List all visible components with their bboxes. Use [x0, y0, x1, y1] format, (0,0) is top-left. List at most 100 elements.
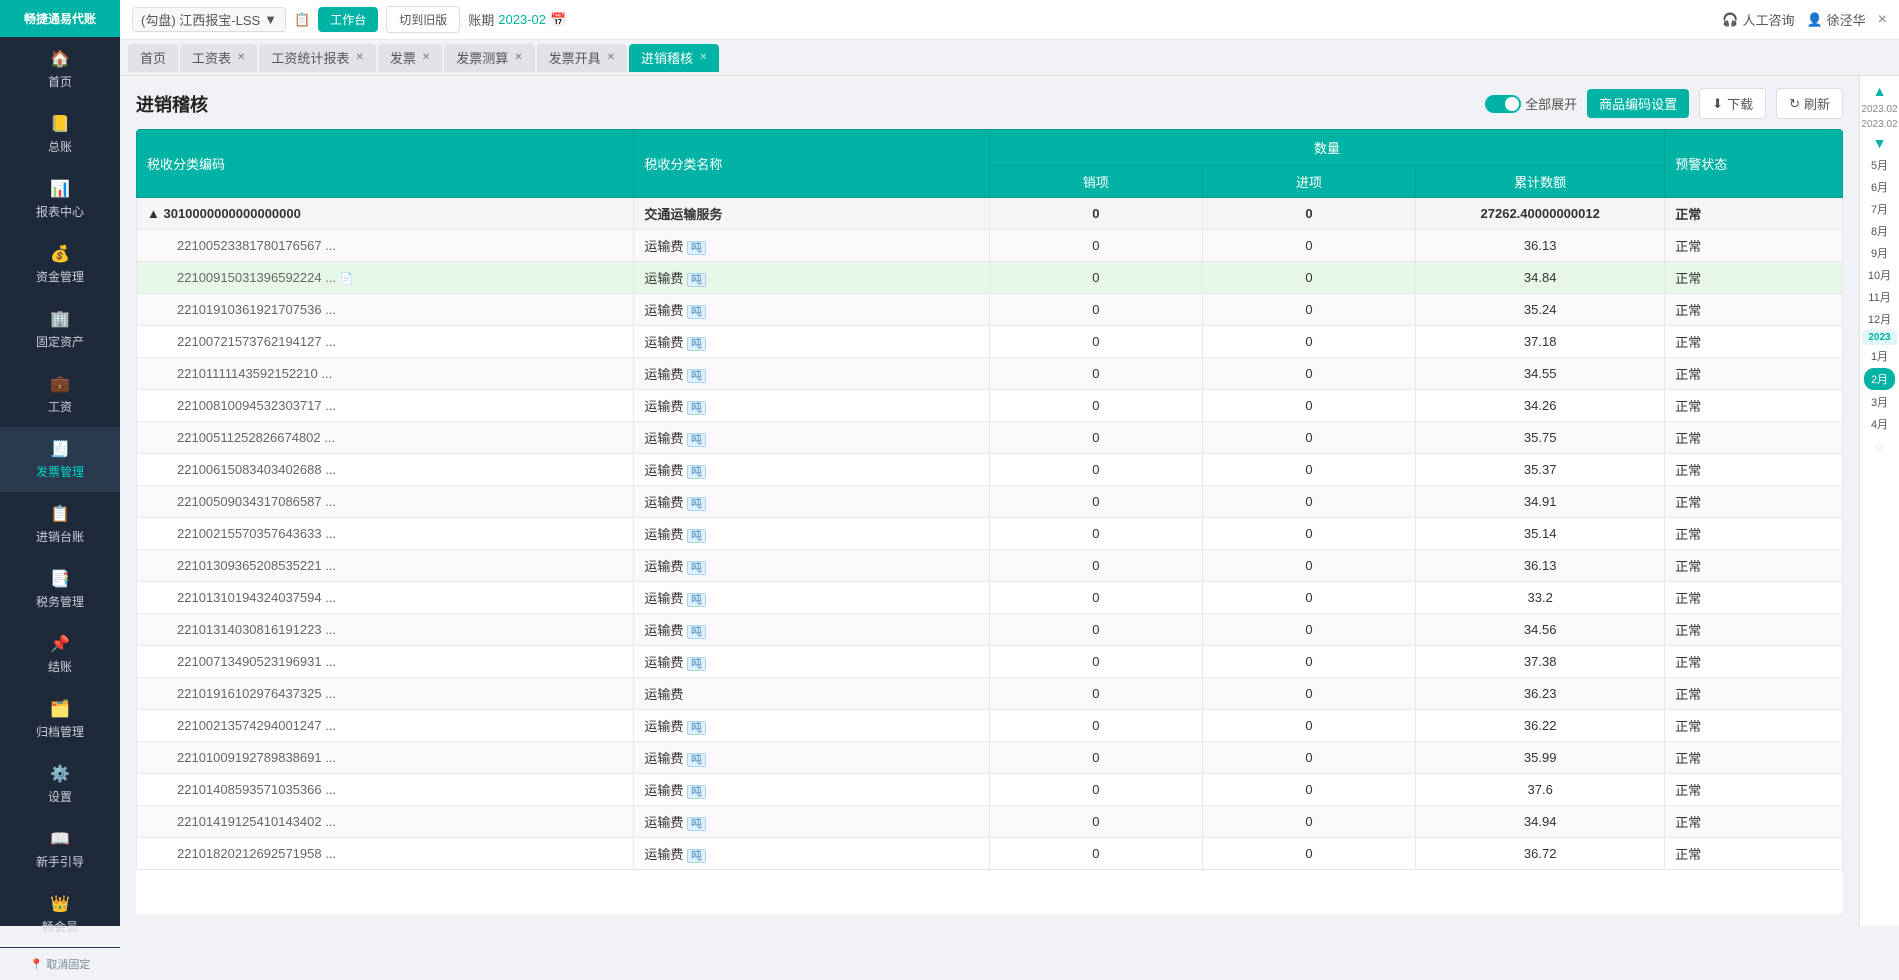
table-row[interactable]: 22101009192789838691 ... 运输费 吨 0 0 35.99…	[137, 742, 1843, 774]
timeline-month-4[interactable]: 4月	[1860, 413, 1899, 435]
cell-status: 正常	[1665, 614, 1843, 646]
cell-cumulative: 35.99	[1416, 742, 1665, 774]
timeline-month-5[interactable]: 5月	[1860, 154, 1899, 176]
sidebar-item-close-period[interactable]: 📌 结账	[0, 622, 120, 687]
pin-toggle[interactable]: 📍 取消固定	[0, 947, 120, 980]
tab-close-icon[interactable]: ✕	[514, 52, 522, 63]
favorite-icon[interactable]: ☆	[1869, 435, 1890, 460]
timeline-month-1[interactable]: 1月	[1860, 345, 1899, 367]
table-row[interactable]: 22100215570357643633 ... 运输费 吨 0 0 35.14…	[137, 518, 1843, 550]
tab-home[interactable]: 首页	[128, 44, 178, 72]
tab-invoice-issue[interactable]: 发票开具 ✕	[537, 44, 627, 72]
cell-purchase: 0	[1202, 326, 1415, 358]
tab-close-icon[interactable]: ✕	[699, 52, 707, 63]
tab-label: 工资统计报表	[271, 48, 349, 67]
calendar-icon[interactable]: 📅	[550, 12, 566, 28]
sidebar-item-reports[interactable]: 📊 报表中心	[0, 167, 120, 232]
sidebar-item-salary[interactable]: 💼 工资	[0, 362, 120, 427]
cell-purchase: 0	[1202, 678, 1415, 710]
sidebar-item-archive[interactable]: 🗂️ 归档管理	[0, 687, 120, 752]
sidebar-item-invoice[interactable]: 🧾 发票管理	[0, 427, 120, 492]
table-row[interactable]: 22101309365208535221 ... 运输费 吨 0 0 36.13…	[137, 550, 1843, 582]
timeline-month-2[interactable]: 2月	[1864, 368, 1895, 390]
table-row[interactable]: ▲ 3010000000000000000 交通运输服务 0 0 27262.4…	[137, 198, 1843, 230]
membership-icon: 👑	[50, 894, 70, 914]
company-selector[interactable]: (勾盘) 江西报宝-LSS ▼	[132, 7, 286, 32]
timeline-month-3[interactable]: 3月	[1860, 391, 1899, 413]
cell-tax-name: 运输费 吨	[634, 454, 989, 486]
timeline-month-6[interactable]: 6月	[1860, 176, 1899, 198]
cell-sale: 0	[989, 390, 1202, 422]
tab-close-icon[interactable]: ✕	[355, 52, 363, 63]
timeline-up-nav[interactable]: ▲	[1870, 80, 1890, 102]
tab-invoice[interactable]: 发票 ✕	[378, 44, 442, 72]
table-row[interactable]: 22101916102976437325 ... 运输费 0 0 36.23 正…	[137, 678, 1843, 710]
settings-button[interactable]: 商品编码设置	[1587, 89, 1689, 118]
sidebar-item-settings[interactable]: ⚙️ 设置	[0, 752, 120, 817]
copy-icon[interactable]: 📋	[294, 12, 310, 28]
expand-toggle[interactable]: 全部展开	[1485, 94, 1577, 113]
table-row[interactable]: 22101408593571035366 ... 运输费 吨 0 0 37.6 …	[137, 774, 1843, 806]
purchase-ledger-icon: 📋	[50, 504, 70, 524]
download-button[interactable]: ⬇ 下载	[1699, 88, 1766, 119]
main-content: (勾盘) 江西报宝-LSS ▼ 📋 工作台 切到旧版 账期 2023-02 📅 …	[120, 0, 1899, 926]
user-avatar[interactable]: 👤 徐泾华	[1806, 10, 1865, 29]
table-row[interactable]: 22100713490523196931 ... 运输费 吨 0 0 37.38…	[137, 646, 1843, 678]
timeline-month-10[interactable]: 10月	[1860, 264, 1899, 286]
table-row[interactable]: 22101419125410143402 ... 运输费 吨 0 0 34.94…	[137, 806, 1843, 838]
tab-reconcile[interactable]: 进销稽核 ✕	[629, 44, 719, 72]
sidebar-item-assets[interactable]: 🏢 固定资产	[0, 297, 120, 362]
sidebar-item-home[interactable]: 🏠 首页	[0, 37, 120, 102]
tab-invoice-calc[interactable]: 发票测算 ✕	[444, 44, 534, 72]
sidebar: 畅捷通易代账 🏠 首页 📒 总账 📊 报表中心 💰 资金管理 🏢 固定资产 💼 …	[0, 0, 120, 926]
table-row[interactable]: 22100810094532303717 ... 运输费 吨 0 0 34.26…	[137, 390, 1843, 422]
cell-cumulative: 34.94	[1416, 806, 1665, 838]
close-button[interactable]: ×	[1878, 11, 1887, 29]
sidebar-item-finance[interactable]: 💰 资金管理	[0, 232, 120, 297]
tab-salary-stats[interactable]: 工资统计报表 ✕	[259, 44, 375, 72]
cell-status: 正常	[1665, 326, 1843, 358]
table-row[interactable]: 22100509034317086587 ... 运输费 吨 0 0 34.91…	[137, 486, 1843, 518]
workbench-button[interactable]: 工作台	[318, 7, 378, 32]
switch-version-button[interactable]: 切到旧版	[386, 6, 460, 33]
toggle-switch[interactable]	[1485, 95, 1521, 113]
timeline-month-11[interactable]: 11月	[1860, 286, 1899, 308]
cell-sale: 0	[989, 710, 1202, 742]
tab-salary[interactable]: 工资表 ✕	[180, 44, 257, 72]
timeline-month-9[interactable]: 9月	[1860, 242, 1899, 264]
table-row[interactable]: 22101820212692571958 ... 运输费 吨 0 0 36.72…	[137, 838, 1843, 870]
sidebar-item-guide[interactable]: 📖 新手引导	[0, 817, 120, 882]
cell-status: 正常	[1665, 422, 1843, 454]
cell-purchase: 0	[1202, 774, 1415, 806]
sidebar-item-ledger[interactable]: 📒 总账	[0, 102, 120, 167]
cell-cumulative: 36.72	[1416, 838, 1665, 870]
table-row[interactable]: 22100915031396592224 ... 📄 运输费 吨 0 0 34.…	[137, 262, 1843, 294]
cell-tax-code: 22100509034317086587 ...	[137, 486, 634, 518]
cell-status: 正常	[1665, 774, 1843, 806]
sidebar-item-tax[interactable]: 📑 税务管理	[0, 557, 120, 622]
cell-sale: 0	[989, 806, 1202, 838]
timeline-month-7[interactable]: 7月	[1860, 198, 1899, 220]
cell-cumulative: 34.26	[1416, 390, 1665, 422]
table-row[interactable]: 22100523381780176567 ... 运输费 吨 0 0 36.13…	[137, 230, 1843, 262]
table-row[interactable]: 22100721573762194127 ... 运输费 吨 0 0 37.18…	[137, 326, 1843, 358]
close-period-icon: 📌	[50, 634, 70, 654]
timeline-month-12[interactable]: 12月	[1860, 308, 1899, 330]
tab-close-icon[interactable]: ✕	[422, 52, 430, 63]
tab-close-icon[interactable]: ✕	[237, 52, 245, 63]
table-row[interactable]: 22101111143592152210 ... 运输费 吨 0 0 34.55…	[137, 358, 1843, 390]
cell-cumulative: 35.14	[1416, 518, 1665, 550]
table-row[interactable]: 22100615083403402688 ... 运输费 吨 0 0 35.37…	[137, 454, 1843, 486]
table-row[interactable]: 22101910361921707536 ... 运输费 吨 0 0 35.24…	[137, 294, 1843, 326]
timeline-down-nav[interactable]: ▼	[1870, 132, 1890, 154]
sidebar-item-purchase-ledger[interactable]: 📋 进销台账	[0, 492, 120, 557]
table-row[interactable]: 22100511252826674802 ... 运输费 吨 0 0 35.75…	[137, 422, 1843, 454]
tab-close-icon[interactable]: ✕	[607, 52, 615, 63]
table-row[interactable]: 22101310194324037594 ... 运输费 吨 0 0 33.2 …	[137, 582, 1843, 614]
timeline-month-8[interactable]: 8月	[1860, 220, 1899, 242]
refresh-button[interactable]: ↻ 刷新	[1776, 88, 1843, 119]
table-row[interactable]: 22101314030816191223 ... 运输费 吨 0 0 34.56…	[137, 614, 1843, 646]
table-row[interactable]: 22100213574294001247 ... 运输费 吨 0 0 36.22…	[137, 710, 1843, 742]
support-link[interactable]: 🎧 人工咨询	[1722, 10, 1794, 29]
sidebar-item-membership[interactable]: 👑 畅会员	[0, 882, 120, 947]
